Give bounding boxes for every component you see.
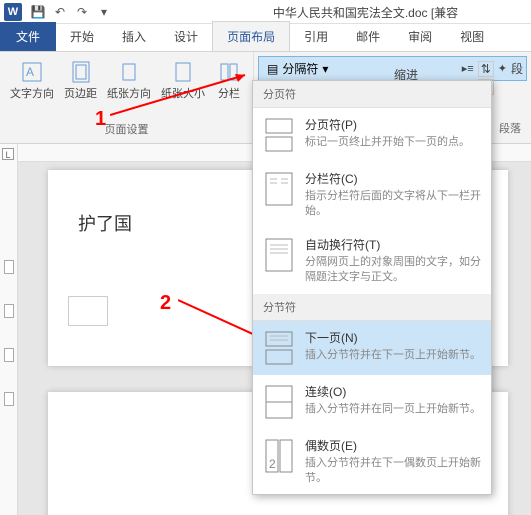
tab-view[interactable]: 视图 — [446, 22, 498, 51]
section-breaks-header: 分节符 — [253, 294, 491, 321]
page-break-item[interactable]: 分页符(P)标记一页终止并开始下一页的点。 — [253, 108, 491, 162]
tab-design[interactable]: 设计 — [160, 22, 212, 51]
chevron-down-icon: ▾ — [322, 62, 328, 76]
column-break-icon — [263, 170, 295, 208]
thumb-4[interactable] — [4, 392, 14, 406]
page-thumbnails — [0, 250, 18, 406]
ribbon-tabs: 文件 开始 插入 设计 页面布局 引用 邮件 审阅 视图 — [0, 24, 531, 52]
ruler-corner[interactable]: L — [2, 148, 14, 160]
annotation-number-1: 1 — [95, 108, 106, 131]
section-break-marker — [68, 296, 108, 326]
page-text-left: 护了国 — [78, 214, 132, 234]
breaks-dropdown-menu: 分页符 分页符(P)标记一页终止并开始下一页的点。 分栏符(C)指示分栏符后面的… — [252, 80, 492, 495]
text-direction-button[interactable]: A 文字方向 — [6, 56, 58, 103]
tab-references[interactable]: 引用 — [290, 22, 342, 51]
tab-file[interactable]: 文件 — [0, 22, 56, 51]
svg-text:2: 2 — [269, 457, 276, 471]
document-title: 中华人民共和国宪法全文.doc [兼容 — [0, 4, 531, 21]
margins-button[interactable]: 页边距 — [60, 56, 101, 103]
tab-home[interactable]: 开始 — [56, 22, 108, 51]
paragraph-group-label: 段落 — [499, 120, 521, 136]
breaks-icon: ▤ — [267, 62, 278, 76]
even-page-icon: 2 — [263, 437, 295, 475]
thumb-1[interactable] — [4, 260, 14, 274]
tab-page-layout[interactable]: 页面布局 — [212, 21, 290, 51]
thumb-2[interactable] — [4, 304, 14, 318]
margins-icon — [67, 58, 95, 86]
continuous-section-break-item[interactable]: 连续(O)插入分节符并在同一页上开始新节。 — [253, 375, 491, 429]
next-page-icon — [263, 329, 295, 367]
text-wrapping-break-item[interactable]: 自动换行符(T)分隔网页上的对象周围的文字，如分隔题注文字与正文。 — [253, 228, 491, 294]
next-page-section-break-item[interactable]: 下一页(N)插入分节符并在下一页上开始新节。 — [253, 321, 491, 375]
page-break-icon — [263, 116, 295, 154]
svg-text:A: A — [26, 65, 34, 79]
annotation-number-2: 2 — [160, 292, 171, 315]
page-breaks-section-header: 分页符 — [253, 81, 491, 108]
tab-insert[interactable]: 插入 — [108, 22, 160, 51]
indent-left-control[interactable]: ▸≡ ⇅ ✦ 段 — [462, 60, 523, 77]
annotation-arrow-1 — [110, 70, 260, 120]
column-break-item[interactable]: 分栏符(C)指示分栏符后面的文字将从下一栏开始。 — [253, 162, 491, 228]
text-direction-icon: A — [18, 58, 46, 86]
page-setup-group-label: 页面设置 — [105, 119, 149, 139]
even-page-section-break-item[interactable]: 2 偶数页(E)插入分节符并在下一偶数页上开始新节。 — [253, 429, 491, 495]
tab-mailings[interactable]: 邮件 — [342, 22, 394, 51]
text-wrap-icon — [263, 236, 295, 274]
thumb-3[interactable] — [4, 348, 14, 362]
tab-review[interactable]: 审阅 — [394, 22, 446, 51]
continuous-icon — [263, 383, 295, 421]
